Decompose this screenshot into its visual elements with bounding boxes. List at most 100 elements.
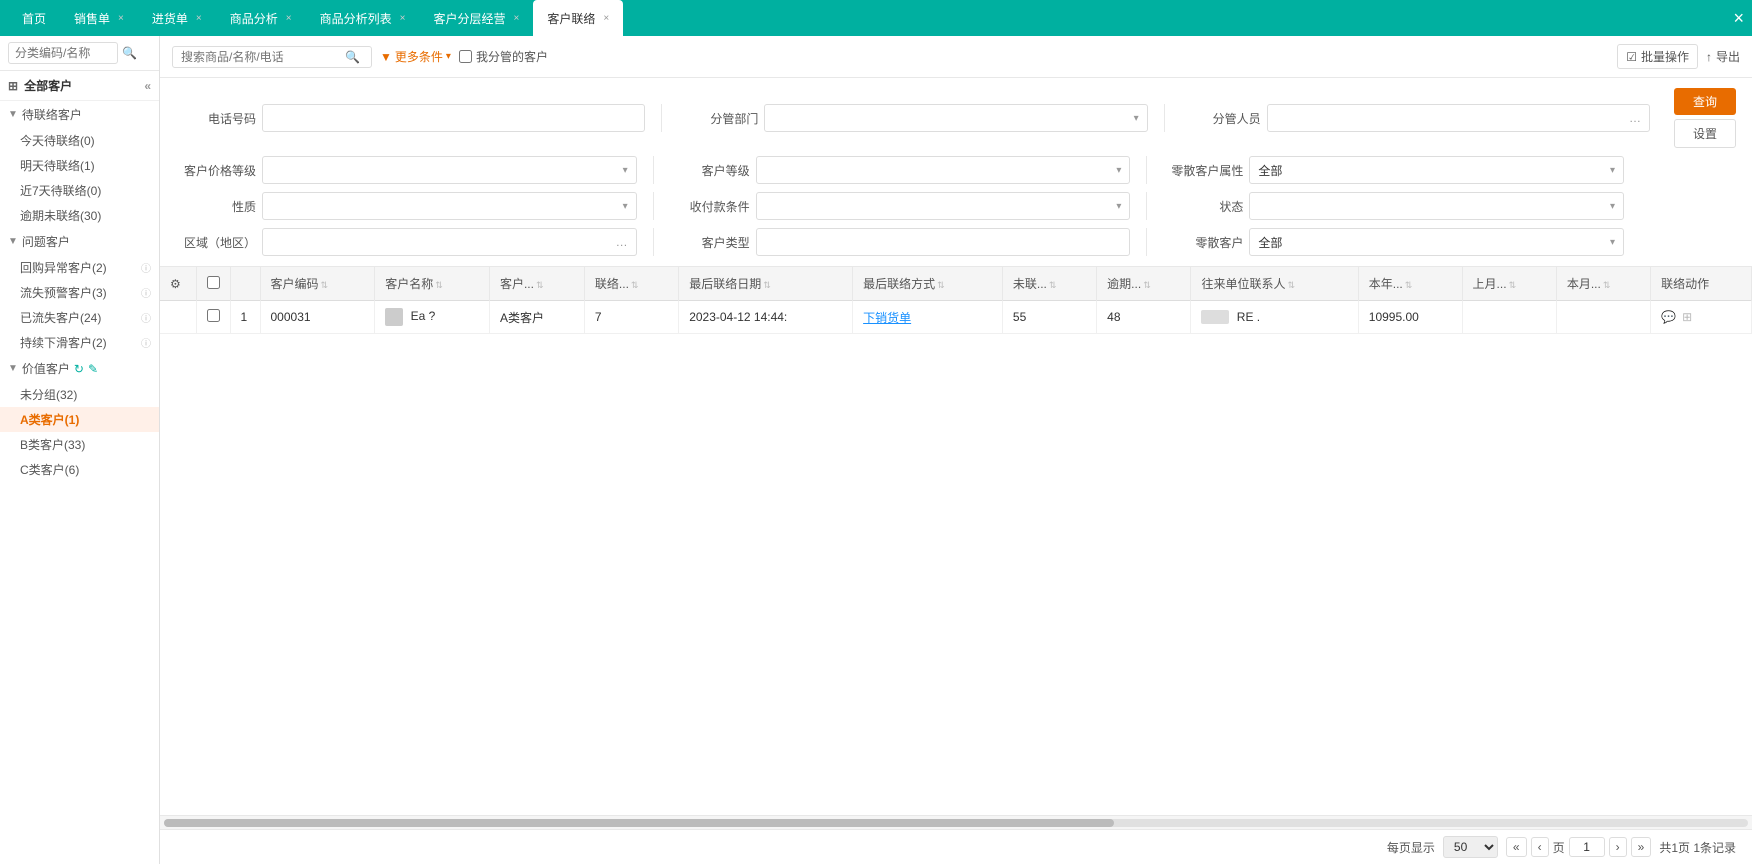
- last-page-btn[interactable]: »: [1631, 837, 1652, 857]
- region-input[interactable]: …: [262, 228, 637, 256]
- sort-icon-code[interactable]: ⇅: [321, 280, 329, 290]
- sidebar-search-icon[interactable]: 🔍: [122, 46, 137, 60]
- close-window-icon[interactable]: ×: [1733, 8, 1744, 29]
- refresh-icon[interactable]: ↻: [74, 362, 84, 376]
- phone-input[interactable]: [262, 104, 645, 132]
- first-page-btn[interactable]: «: [1506, 837, 1527, 857]
- tab-home[interactable]: 首页: [8, 0, 60, 36]
- status-select[interactable]: ▾: [1249, 192, 1624, 220]
- payment-select[interactable]: ▾: [756, 192, 1131, 220]
- sidebar-item-abnormal[interactable]: 回购异常客户(2) ⓘ: [0, 255, 159, 280]
- my-customer-checkbox[interactable]: [459, 50, 472, 63]
- sort-icon-last-method[interactable]: ⇅: [937, 280, 945, 290]
- person-input[interactable]: …: [1267, 104, 1650, 132]
- status-label: 状态: [1163, 198, 1243, 215]
- per-page-select[interactable]: 50 100 200: [1443, 836, 1498, 858]
- edit-icon[interactable]: ✎: [88, 362, 98, 376]
- col-last-date: 最后联络日期⇅: [679, 267, 853, 301]
- sidebar-item-7days[interactable]: 近7天待联络(0): [0, 178, 159, 203]
- sort-icon-type[interactable]: ⇅: [536, 280, 544, 290]
- prev-page-btn[interactable]: ‹: [1531, 837, 1549, 857]
- tab-customer-segment[interactable]: 客户分层经营 ×: [419, 0, 533, 36]
- horizontal-scrollbar[interactable]: [160, 815, 1752, 829]
- customer-level-select[interactable]: ▾: [756, 156, 1131, 184]
- batch-op-btn[interactable]: ☑ 批量操作: [1617, 44, 1698, 69]
- sidebar-item-declining[interactable]: 持续下滑客户(2) ⓘ: [0, 330, 159, 355]
- tab-purchase[interactable]: 进货单 ×: [138, 0, 216, 36]
- sidebar-item-lost-warning[interactable]: 流失预警客户(3) ⓘ: [0, 280, 159, 305]
- collapse-sidebar-icon[interactable]: «: [144, 79, 151, 93]
- scatter-select[interactable]: 全部 ▾: [1249, 228, 1624, 256]
- sidebar-item-lost[interactable]: 已流失客户(24) ⓘ: [0, 305, 159, 330]
- tab-product-analysis-list[interactable]: 商品分析列表 ×: [306, 0, 420, 36]
- sidebar-item-unclassified[interactable]: 未分组(32): [0, 382, 159, 407]
- sidebar-section-problem[interactable]: ▼ 问题客户: [0, 228, 159, 255]
- close-tab-product-analysis-list[interactable]: ×: [400, 13, 406, 24]
- sort-icon-overdue[interactable]: ⇅: [1143, 280, 1151, 290]
- sidebar-item-tomorrow[interactable]: 明天待联络(1): [0, 153, 159, 178]
- sort-icon-no-contact[interactable]: ⇅: [1049, 280, 1057, 290]
- sidebar-section-value[interactable]: ▼ 价值客户 ↻ ✎: [0, 355, 159, 382]
- info-icon-lost-warning: ⓘ: [141, 285, 151, 300]
- section-problem-label: 问题客户: [22, 233, 70, 250]
- sort-icon-this-month[interactable]: ⇅: [1603, 280, 1611, 290]
- sort-icon-contact[interactable]: ⇅: [631, 280, 639, 290]
- main-search-input[interactable]: [181, 50, 341, 64]
- action-buttons: 查询 设置: [1674, 88, 1736, 148]
- row-checkbox[interactable]: [207, 309, 220, 322]
- close-tab-customer-contact[interactable]: ×: [603, 13, 609, 24]
- close-tab-customer-segment[interactable]: ×: [513, 13, 519, 24]
- sort-icon-this-year[interactable]: ⇅: [1405, 280, 1413, 290]
- sort-icon-name[interactable]: ⇅: [435, 280, 443, 290]
- dept-select[interactable]: ▾: [764, 104, 1147, 132]
- sort-icon-company-contact[interactable]: ⇅: [1287, 280, 1295, 290]
- sidebar-item-today[interactable]: 今天待联络(0): [0, 128, 159, 153]
- sidebar-item-class-a[interactable]: A类客户(1): [0, 407, 159, 432]
- sidebar-search-input[interactable]: [8, 42, 118, 64]
- next-page-btn[interactable]: ›: [1609, 837, 1627, 857]
- export-btn[interactable]: ↑ 导出: [1706, 48, 1740, 65]
- col-last-month: 上月...⇅: [1462, 267, 1556, 301]
- grid-action-icon[interactable]: ⊞: [1682, 310, 1692, 324]
- sidebar-item-overdue[interactable]: 逾期未联络(30): [0, 203, 159, 228]
- nature-select[interactable]: ▾: [262, 192, 637, 220]
- last-method-link[interactable]: 下销货单: [863, 311, 911, 325]
- filter-row-2: 客户价格等级 ▾ 客户等级 ▾ 零散客户属性: [176, 156, 1736, 184]
- close-tab-sales[interactable]: ×: [118, 13, 124, 24]
- more-filter-btn[interactable]: ▼ 更多条件 ▾: [380, 48, 451, 65]
- filter-field-payment: 收付款条件 ▾: [670, 192, 1131, 220]
- query-button[interactable]: 查询: [1674, 88, 1736, 115]
- tab-sales[interactable]: 销售单 ×: [60, 0, 138, 36]
- tab-customer-contact[interactable]: 客户联络 ×: [533, 0, 623, 36]
- table-container: ⚙ 客户编码⇅ 客户名称⇅ 客户...⇅ 联络...⇅: [160, 267, 1752, 815]
- filter-bar: 🔍 ▼ 更多条件 ▾ 我分管的客户 ☑ 批量操作 ↑ 导出: [160, 36, 1752, 78]
- sidebar-section-pending[interactable]: ▼ 待联络客户: [0, 101, 159, 128]
- chat-icon[interactable]: 💬: [1661, 310, 1676, 324]
- col-settings[interactable]: ⚙: [160, 267, 196, 301]
- tab-product-analysis[interactable]: 商品分析 ×: [216, 0, 306, 36]
- page-input[interactable]: [1569, 837, 1605, 857]
- sidebar-item-class-b[interactable]: B类客户(33): [0, 432, 159, 457]
- col-this-month: 本月...⇅: [1556, 267, 1650, 301]
- close-tab-product-analysis[interactable]: ×: [286, 13, 292, 24]
- customer-type-input[interactable]: [756, 228, 1131, 256]
- chevron-down-icon: ▾: [446, 51, 451, 62]
- col-last-method: 最后联络方式⇅: [853, 267, 1003, 301]
- close-tab-purchase[interactable]: ×: [196, 13, 202, 24]
- sidebar-item-class-c[interactable]: C类客户(6): [0, 457, 159, 482]
- info-icon-lost: ⓘ: [141, 310, 151, 325]
- select-all-checkbox[interactable]: [207, 276, 220, 289]
- price-level-select[interactable]: ▾: [262, 156, 637, 184]
- sort-icon-last-date[interactable]: ⇅: [763, 280, 771, 290]
- cell-overdue: 48: [1097, 301, 1191, 334]
- sort-icon-last-month[interactable]: ⇅: [1509, 280, 1517, 290]
- main-search-box[interactable]: 🔍: [172, 46, 372, 68]
- sidebar-search-area: 🔍: [0, 36, 159, 71]
- settings-button[interactable]: 设置: [1674, 119, 1736, 148]
- scrollbar-track[interactable]: [164, 819, 1748, 827]
- col-no-contact: 未联...⇅: [1002, 267, 1096, 301]
- chevron-icon5: ▾: [623, 201, 628, 212]
- main-search-icon[interactable]: 🔍: [345, 50, 360, 64]
- scatter-attr-select[interactable]: 全部 ▾: [1249, 156, 1624, 184]
- scrollbar-thumb[interactable]: [164, 819, 1114, 827]
